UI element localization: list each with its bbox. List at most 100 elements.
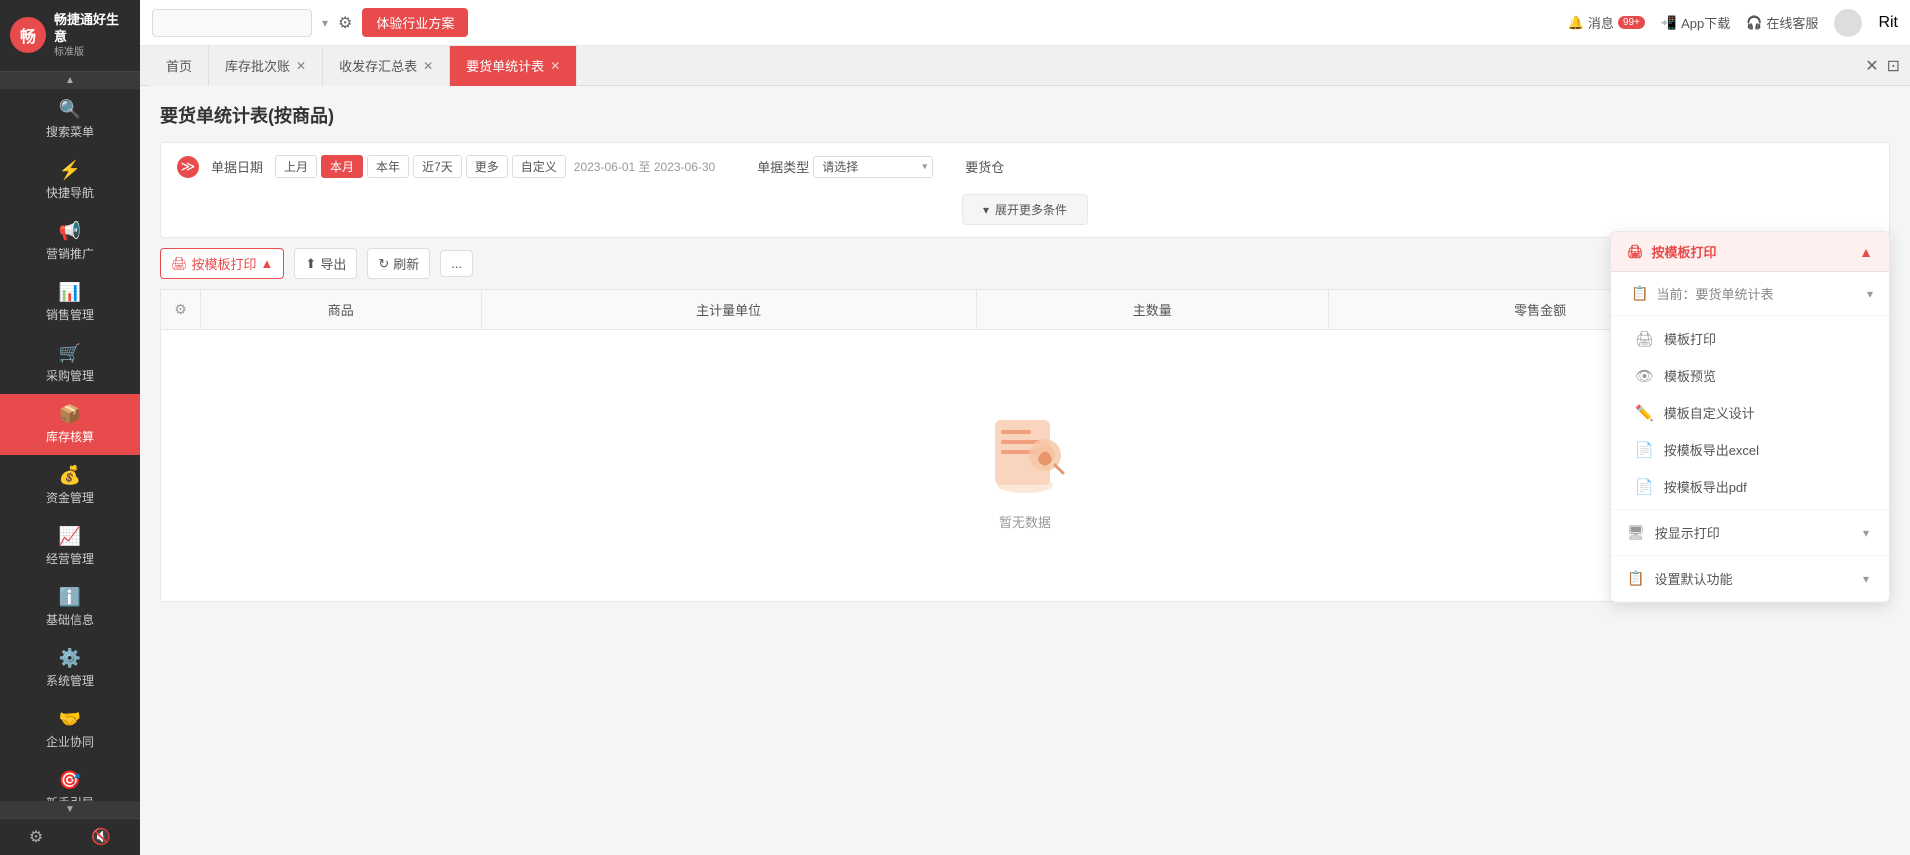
refresh-label: 刷新 — [393, 254, 419, 273]
defaults-section-left: 📋 设置默认功能 — [1627, 569, 1732, 588]
sidebar-item-quicknav[interactable]: ⚡ 快捷导航 — [0, 150, 140, 211]
trending-icon: 📈 — [59, 526, 81, 547]
message-label: 消息 — [1588, 13, 1614, 32]
current-template-label: 当前：要货单统计表 — [1656, 284, 1773, 303]
defaults-chevron-icon: ▾ — [1863, 572, 1869, 586]
filter-expand-button[interactable]: ≫ — [177, 156, 199, 178]
sidebar-item-purchase[interactable]: 🛒 采购管理 — [0, 333, 140, 394]
close-window-icon[interactable]: ✕ — [1865, 56, 1878, 76]
tab-batch-label: 库存批次账 — [225, 56, 290, 75]
design-icon: ✏️ — [1635, 404, 1654, 422]
sidebar-item-operations[interactable]: 📈 经营管理 — [0, 516, 140, 577]
type-filter: 单据类型 请选择 — [757, 156, 933, 178]
dropdown-defaults-btn[interactable]: 📋 设置默认功能 ▾ — [1611, 560, 1889, 597]
date-btn-last-month[interactable]: 上月 — [275, 155, 317, 178]
gear-icon: ⚙️ — [59, 648, 81, 669]
sidebar-item-label: 企业协同 — [46, 733, 94, 750]
logo-text: 畅捷通好生意 标准版 — [54, 12, 130, 59]
sidebar-item-marketing[interactable]: 📢 营销推广 — [0, 211, 140, 272]
tab-summary[interactable]: 收发存汇总表 ✕ — [323, 46, 450, 86]
tab-summary-close-icon[interactable]: ✕ — [423, 59, 433, 73]
defaults-icon: 📋 — [1627, 570, 1644, 587]
table-header-product: 商品 — [201, 290, 482, 330]
table-header-settings[interactable]: ⚙ — [161, 290, 201, 330]
tab-requisition[interactable]: 要货单统计表 ✕ — [450, 46, 577, 86]
dropdown-defaults-section: 📋 设置默认功能 ▾ — [1611, 556, 1889, 602]
message-btn[interactable]: 🔔 消息 99+ — [1568, 13, 1645, 32]
dropdown-item-preview[interactable]: 👁 模板预览 — [1611, 357, 1889, 394]
current-chevron-icon: ▾ — [1867, 287, 1873, 301]
user-name: Rit — [1878, 14, 1898, 32]
sidebar-scroll-down[interactable]: ▼ — [0, 801, 140, 818]
item-excel-label: 按模板导出excel — [1664, 440, 1759, 459]
defaults-label: 设置默认功能 — [1654, 569, 1732, 588]
date-buttons: 上月 本月 本年 近7天 更多 自定义 2023-06-01 至 2023-06… — [275, 155, 715, 178]
type-select[interactable]: 请选择 — [813, 156, 933, 178]
sidebar-item-inventory[interactable]: 📦 库存核算 — [0, 394, 140, 455]
tabbar: 首页 库存批次账 ✕ 收发存汇总表 ✕ 要货单统计表 ✕ ✕ ⊡ — [140, 46, 1910, 86]
table-config-icon[interactable]: ⚙ — [174, 301, 187, 317]
refresh-button[interactable]: ↻ 刷新 — [367, 248, 430, 279]
maximize-window-icon[interactable]: ⊡ — [1887, 56, 1900, 76]
tab-requisition-close-icon[interactable]: ✕ — [550, 59, 560, 73]
logo-sub-text: 标准版 — [54, 46, 130, 59]
sidebar: 畅 畅捷通好生意 标准版 ▲ 🔍 搜索菜单 ⚡ 快捷导航 📢 营销推广 📊 销售… — [0, 0, 140, 855]
dropdown-collapse-icon[interactable]: ▲ — [1859, 244, 1873, 260]
req-label: 要货仓 — [965, 157, 1004, 176]
tab-batch-account[interactable]: 库存批次账 ✕ — [209, 46, 323, 86]
export-icon: ⬆ — [305, 256, 316, 272]
sidebar-item-finance[interactable]: 💰 资金管理 — [0, 455, 140, 516]
user-avatar[interactable] — [1834, 9, 1862, 37]
table-header-quantity: 主数量 — [976, 290, 1328, 330]
print-template-button[interactable]: 🖨 按模板打印 ▲ — [160, 248, 284, 279]
online-service-label: 在线客服 — [1766, 13, 1818, 32]
dropdown-item-excel[interactable]: 📄 按模板导出excel — [1611, 431, 1889, 468]
sidebar-item-label: 搜索菜单 — [46, 123, 94, 140]
settings-bottom-btn[interactable]: ⚙ — [29, 827, 43, 847]
dropdown-item-print[interactable]: 🖨 模板打印 — [1611, 320, 1889, 357]
megaphone-icon: 📢 — [59, 221, 81, 242]
expand-more-button[interactable]: ▾ 展开更多条件 — [962, 194, 1088, 225]
display-icon: 🖥 — [1627, 524, 1645, 541]
app-download-btn[interactable]: 📲 App下载 — [1661, 13, 1730, 32]
handshake-icon: 🤝 — [59, 709, 81, 730]
export-button[interactable]: ⬆ 导出 — [294, 248, 357, 279]
mute-bottom-btn[interactable]: 🔇 — [91, 827, 111, 847]
topbar-settings-icon[interactable]: ⚙ — [338, 13, 352, 33]
tab-home[interactable]: 首页 — [150, 46, 209, 86]
sidebar-item-sales[interactable]: 📊 销售管理 — [0, 272, 140, 333]
search-icon: 🔍 — [59, 99, 81, 120]
sidebar-logo: 畅 畅捷通好生意 标准版 — [0, 0, 140, 72]
sidebar-item-enterprise[interactable]: 🤝 企业协同 — [0, 699, 140, 760]
app-download-label: App下载 — [1681, 13, 1730, 32]
more-button[interactable]: ... — [440, 250, 473, 277]
current-template-item[interactable]: 📋 当前：要货单统计表 ▾ — [1611, 276, 1889, 311]
product-col-label: 商品 — [328, 303, 354, 318]
filter-row-1: ≫ 单据日期 上月 本月 本年 近7天 更多 自定义 2023-06-01 至 … — [177, 155, 1873, 178]
online-service-btn[interactable]: 🎧 在线客服 — [1746, 13, 1818, 32]
search-input[interactable] — [152, 9, 312, 37]
expand-more-label: 展开更多条件 — [995, 201, 1067, 218]
date-btn-this-month[interactable]: 本月 — [321, 155, 363, 178]
trial-button[interactable]: 体验行业方案 — [362, 8, 468, 37]
page-title: 要货单统计表(按商品) — [160, 102, 1890, 128]
date-btn-this-year[interactable]: 本年 — [367, 155, 409, 178]
dropdown-item-pdf[interactable]: 📄 按模板导出pdf — [1611, 468, 1889, 505]
tab-batch-close-icon[interactable]: ✕ — [296, 59, 306, 73]
dropdown-item-design[interactable]: ✏️ 模板自定义设计 — [1611, 394, 1889, 431]
sidebar-item-newguide[interactable]: 🎯 新手引导 — [0, 760, 140, 801]
sidebar-item-system[interactable]: ⚙️ 系统管理 — [0, 638, 140, 699]
sidebar-scroll-up[interactable]: ▲ — [0, 72, 140, 89]
date-range: 2023-06-01 至 2023-06-30 — [574, 158, 715, 175]
dropdown-current-section: 📋 当前：要货单统计表 ▾ — [1611, 272, 1889, 316]
date-btn-7days[interactable]: 近7天 — [413, 155, 462, 178]
dropdown-header-right: ▲ — [1859, 244, 1873, 260]
date-btn-more[interactable]: 更多 — [466, 155, 508, 178]
export-label: 导出 — [320, 254, 346, 273]
sidebar-item-label: 采购管理 — [46, 367, 94, 384]
dropdown-display-btn[interactable]: 🖥 按显示打印 ▾ — [1611, 514, 1889, 551]
sidebar-item-basicinfo[interactable]: ℹ️ 基础信息 — [0, 577, 140, 638]
sidebar-item-search[interactable]: 🔍 搜索菜单 — [0, 89, 140, 150]
date-btn-custom[interactable]: 自定义 — [512, 155, 566, 178]
search-chevron-icon[interactable]: ▾ — [322, 16, 328, 30]
